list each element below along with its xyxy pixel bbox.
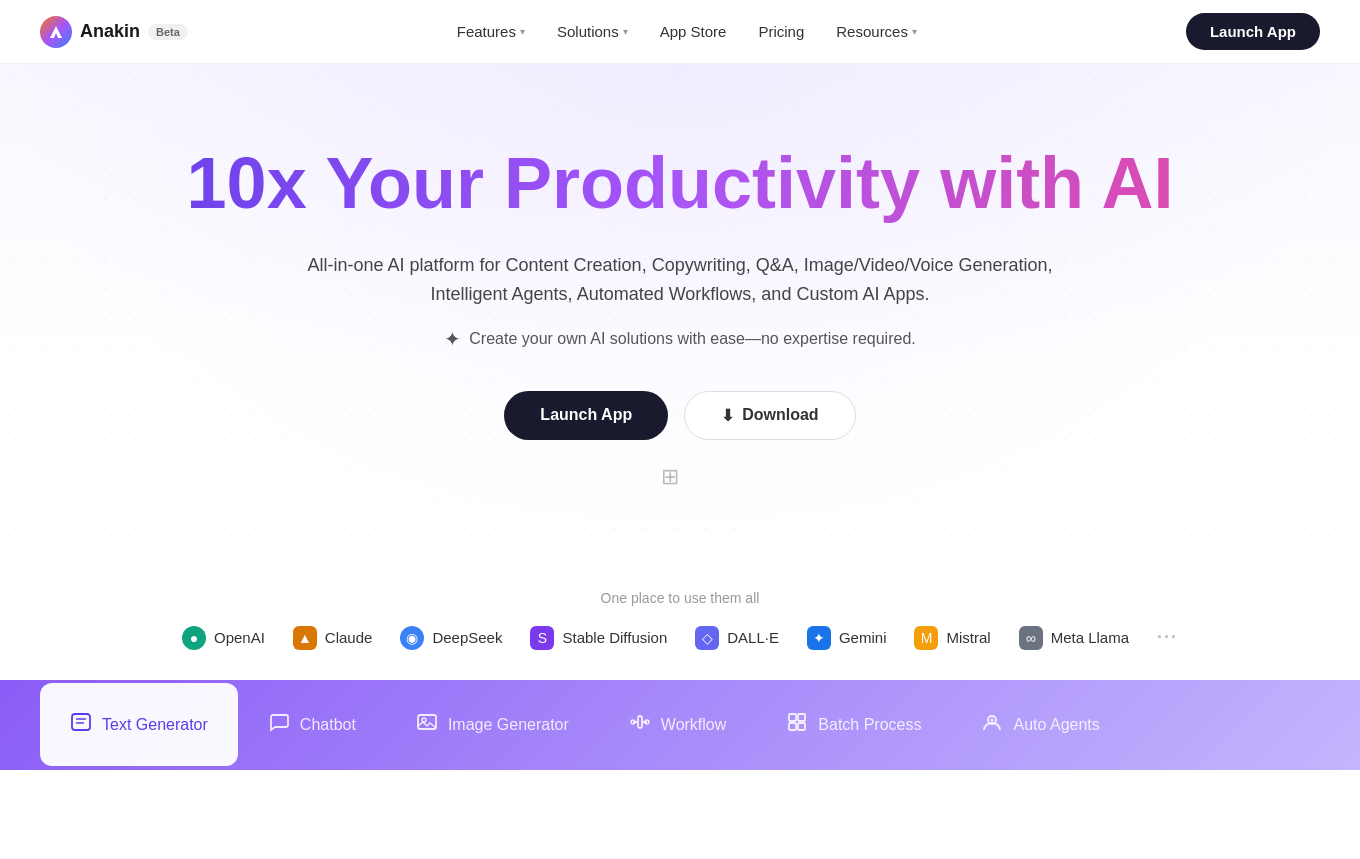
- tab-batch-process-label: Batch Process: [818, 716, 921, 734]
- chevron-down-icon: ▾: [912, 26, 917, 37]
- navbar: Anakin Beta Features ▾ Solutions ▾ App S…: [0, 0, 1360, 64]
- openai-icon: ●: [182, 626, 206, 650]
- svg-point-13: [991, 719, 994, 722]
- meta-llama-icon: ∞: [1019, 626, 1043, 650]
- nav-pricing[interactable]: Pricing: [758, 23, 804, 40]
- beta-badge: Beta: [148, 24, 188, 40]
- chevron-down-icon: ▾: [623, 26, 628, 37]
- model-dalle: ◇ DALL·E: [695, 626, 779, 650]
- tab-text-generator[interactable]: Text Generator: [40, 683, 238, 766]
- tab-text-generator-label: Text Generator: [102, 716, 208, 734]
- nav-brand-area: Anakin Beta: [40, 16, 188, 48]
- nav-solutions[interactable]: Solutions ▾: [557, 23, 628, 40]
- svg-rect-8: [789, 714, 796, 721]
- nav-app-store[interactable]: App Store: [660, 23, 727, 40]
- sparkle-icon: ✦: [444, 327, 461, 351]
- models-list: ● OpenAI ▲ Claude ◉ DeepSeek S Stable Di…: [20, 626, 1340, 650]
- download-button[interactable]: ⬇ Download: [684, 391, 855, 440]
- nav-resources[interactable]: Resources ▾: [836, 23, 917, 40]
- claude-icon: ▲: [293, 626, 317, 650]
- anakin-logo: [40, 16, 72, 48]
- launch-app-button-nav[interactable]: Launch App: [1186, 13, 1320, 50]
- model-meta-llama: ∞ Meta Llama: [1019, 626, 1129, 650]
- hero-title: 10x Your Productivity with AI: [20, 144, 1340, 223]
- tab-chatbot[interactable]: Chatbot: [238, 683, 386, 766]
- nav-features[interactable]: Features ▾: [457, 23, 525, 40]
- models-label: One place to use them all: [20, 590, 1340, 606]
- launch-app-button-hero[interactable]: Launch App: [504, 391, 668, 440]
- hero-tagline: ✦ Create your own AI solutions with ease…: [20, 327, 1340, 351]
- deepseek-icon: ◉: [400, 626, 424, 650]
- model-gemini: ✦ Gemini: [807, 626, 887, 650]
- image-generator-icon: [416, 711, 438, 738]
- hero-cta-buttons: Launch App ⬇ Download: [20, 391, 1340, 440]
- model-claude: ▲ Claude: [293, 626, 373, 650]
- platform-icons-row: ⊞: [20, 464, 1340, 490]
- more-models-dots: ···: [1157, 627, 1178, 648]
- workflow-icon: [629, 711, 651, 738]
- model-stable-diffusion: S Stable Diffusion: [530, 626, 667, 650]
- dalle-icon: ◇: [695, 626, 719, 650]
- tab-auto-agents-label: Auto Agents: [1013, 716, 1099, 734]
- gemini-icon: ✦: [807, 626, 831, 650]
- svg-rect-10: [789, 723, 796, 730]
- nav-actions: Launch App: [1186, 13, 1320, 50]
- mistral-icon: M: [914, 626, 938, 650]
- chevron-down-icon: ▾: [520, 26, 525, 37]
- stable-diffusion-icon: S: [530, 626, 554, 650]
- brand-name: Anakin: [80, 21, 140, 42]
- tab-chatbot-label: Chatbot: [300, 716, 356, 734]
- auto-agents-icon: [981, 711, 1003, 738]
- batch-process-icon: [786, 711, 808, 738]
- hero-content: 10x Your Productivity with AI All-in-one…: [20, 144, 1340, 490]
- hero-subtitle: All-in-one AI platform for Content Creat…: [300, 251, 1060, 309]
- nav-menu: Features ▾ Solutions ▾ App Store Pricing…: [457, 23, 917, 40]
- chatbot-icon: [268, 711, 290, 738]
- tab-workflow-label: Workflow: [661, 716, 727, 734]
- model-openai: ● OpenAI: [182, 626, 265, 650]
- download-icon: ⬇: [721, 406, 734, 425]
- svg-rect-1: [72, 714, 90, 730]
- feature-tabs: Text Generator Chatbot Image Generator: [0, 680, 1360, 770]
- model-deepseek: ◉ DeepSeek: [400, 626, 502, 650]
- tab-auto-agents[interactable]: Auto Agents: [951, 683, 1129, 766]
- tab-batch-process[interactable]: Batch Process: [756, 683, 951, 766]
- svg-rect-9: [798, 714, 805, 721]
- text-generator-icon: [70, 711, 92, 738]
- tab-image-generator-label: Image Generator: [448, 716, 569, 734]
- svg-rect-11: [798, 723, 805, 730]
- models-section: One place to use them all ● OpenAI ▲ Cla…: [0, 550, 1360, 680]
- model-mistral: M Mistral: [914, 626, 990, 650]
- hero-section: 10x Your Productivity with AI All-in-one…: [0, 64, 1360, 550]
- tab-workflow[interactable]: Workflow: [599, 683, 757, 766]
- windows-icon: ⊞: [661, 464, 679, 490]
- tab-image-generator[interactable]: Image Generator: [386, 683, 599, 766]
